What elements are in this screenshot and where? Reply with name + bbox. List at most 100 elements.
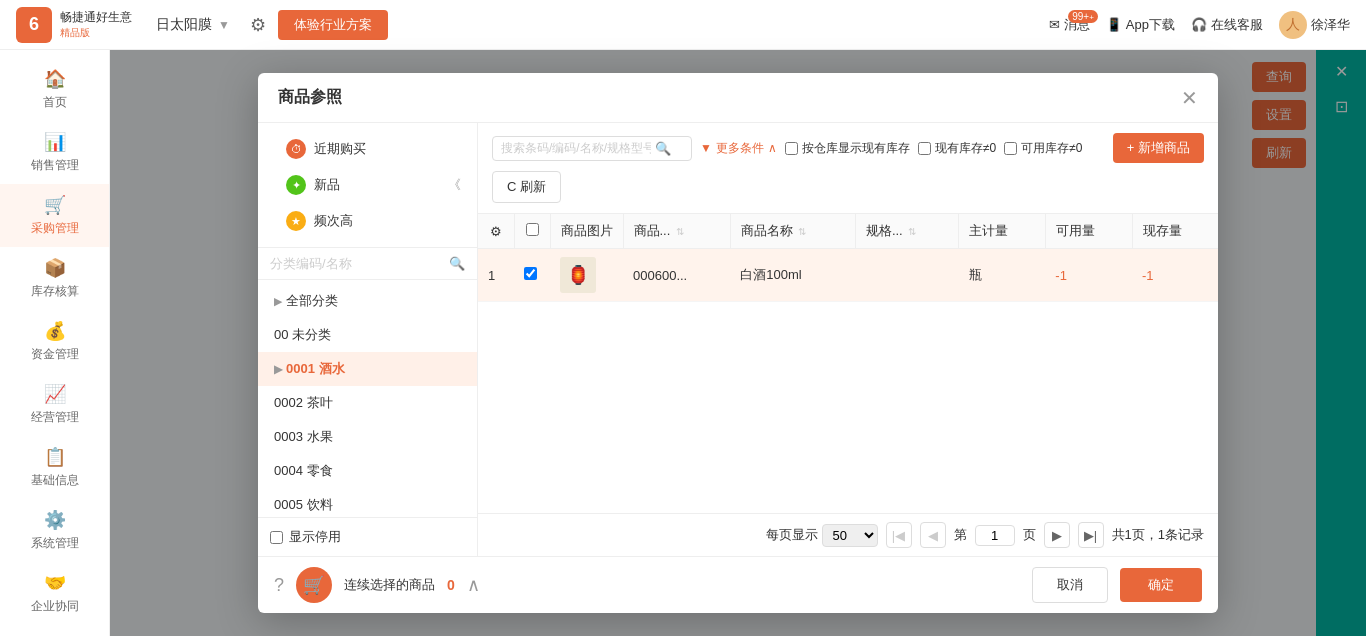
table-header-code[interactable]: 商品... ⇅ — [623, 214, 730, 249]
expand-arrow-icon: ▶ — [274, 295, 282, 308]
product-search-input[interactable] — [501, 141, 651, 155]
sidebar-item-finance[interactable]: 💰 资金管理 — [0, 310, 109, 373]
row-image-cell: 🏮 — [550, 249, 623, 302]
table-header-spec[interactable]: 规格... ⇅ — [855, 214, 958, 249]
page-size-dropdown[interactable]: 50 100 200 — [822, 524, 878, 547]
existing-stock-checkbox[interactable] — [918, 142, 931, 155]
phone-icon: 📱 — [1106, 17, 1122, 32]
category-list: ▶ 全部分类 00 未分类 ▶ 0001 酒水 0002 茶 — [258, 280, 477, 517]
logo-area: 6 畅捷通好生意 精品版 — [16, 7, 136, 43]
product-table-wrap: ⚙ 商品图片 商品... — [478, 214, 1218, 513]
operations-icon: 📈 — [44, 383, 66, 405]
last-page-button[interactable]: ▶| — [1078, 522, 1104, 548]
recent-purchase-tab[interactable]: ⏱ 近期购买 — [270, 131, 382, 167]
row-checkbox[interactable] — [524, 267, 537, 280]
sidebar-item-system[interactable]: ⚙️ 系统管理 — [0, 499, 109, 562]
prev-page-button[interactable]: ◀ — [920, 522, 946, 548]
table-header-name[interactable]: 商品名称 ⇅ — [730, 214, 855, 249]
category-all[interactable]: ▶ 全部分类 — [258, 284, 477, 318]
home-icon: 🏠 — [44, 68, 66, 90]
system-icon: ⚙️ — [44, 509, 66, 531]
top-nav: 6 畅捷通好生意 精品版 日太阳膜 ▼ ⚙ 体验行业方案 ✉ 消息 99++ 📱… — [0, 0, 1366, 50]
quick-tabs: ⏱ 近期购买 ✦ 新品 ★ 频次高 — [270, 131, 382, 239]
user-nav-item[interactable]: 人 徐泽华 — [1279, 11, 1350, 39]
category-uncategorized[interactable]: 00 未分类 — [258, 318, 477, 352]
clock-icon: ⏱ — [286, 139, 306, 159]
available-stock-checkbox[interactable] — [1004, 142, 1017, 155]
category-drinks[interactable]: 0005 饮料 — [258, 488, 477, 517]
available-stock-checkbox-label: 可用库存≠0 — [1004, 140, 1082, 157]
category-fruit[interactable]: 0003 水果 — [258, 420, 477, 454]
sidebar-item-sales[interactable]: 📊 销售管理 — [0, 121, 109, 184]
message-icon: ✉ — [1049, 17, 1060, 32]
filter-icon: ▼ — [700, 141, 712, 155]
star-icon: ★ — [286, 211, 306, 231]
product-thumbnail: 🏮 — [560, 257, 596, 293]
first-page-button[interactable]: |◀ — [886, 522, 912, 548]
sidebar: 🏠 首页 📊 销售管理 🛒 采购管理 📦 库存核算 💰 资金管理 📈 经营管理 … — [0, 50, 110, 636]
sidebar-item-basic-info[interactable]: 📋 基础信息 — [0, 436, 109, 499]
modal-title: 商品参照 — [278, 87, 342, 108]
new-icon: ✦ — [286, 175, 306, 195]
table-header-settings[interactable]: ⚙ — [478, 214, 514, 249]
frequent-tab[interactable]: ★ 频次高 — [270, 203, 382, 239]
page-number-input[interactable] — [975, 525, 1015, 546]
table-header-available[interactable]: 可用量 — [1045, 214, 1132, 249]
sidebar-item-purchase[interactable]: 🛒 采购管理 — [0, 184, 109, 247]
add-product-button[interactable]: + 新增商品 — [1113, 133, 1204, 163]
cart-label: 连续选择的商品 — [344, 576, 435, 594]
page-label: 第 — [954, 526, 967, 544]
more-filters-button[interactable]: ▼ 更多条件 ∧ — [700, 140, 777, 157]
next-page-button[interactable]: ▶ — [1044, 522, 1070, 548]
trial-action-button[interactable]: 体验行业方案 — [278, 10, 388, 40]
table-header-checkbox[interactable] — [514, 214, 550, 249]
category-search-icon[interactable]: 🔍 — [449, 256, 465, 271]
table-row[interactable]: 1 🏮 000600... 白酒100ml — [478, 249, 1218, 302]
panel-collapse-button[interactable]: 《 — [444, 172, 465, 198]
category-tea[interactable]: 0002 茶叶 — [258, 386, 477, 420]
logo-icon: 6 — [16, 7, 52, 43]
cancel-button[interactable]: 取消 — [1032, 567, 1108, 603]
main-layout: 🏠 首页 📊 销售管理 🛒 采购管理 📦 库存核算 💰 资金管理 📈 经营管理 … — [0, 50, 1366, 636]
inventory-icon: 📦 — [44, 257, 66, 279]
row-checkbox-cell[interactable] — [514, 249, 550, 302]
select-all-checkbox[interactable] — [526, 223, 539, 236]
refresh-table-button[interactable]: C 刷新 — [492, 171, 561, 203]
footer-collapse-icon[interactable]: ∧ — [467, 574, 480, 596]
show-disabled-checkbox[interactable] — [270, 531, 283, 544]
sidebar-item-operations[interactable]: 📈 经营管理 — [0, 373, 109, 436]
table-header-stock[interactable]: 现存量 — [1132, 214, 1218, 249]
table-header-image: 商品图片 — [550, 214, 623, 249]
category-snacks[interactable]: 0004 零食 — [258, 454, 477, 488]
pagination: 每页显示 50 100 200 |◀ ◀ 第 页 — [478, 513, 1218, 556]
row-name: 白酒100ml — [730, 249, 855, 302]
store-selector-chevron-icon: ▼ — [218, 18, 230, 32]
cart-button[interactable]: 🛒 — [296, 567, 332, 603]
category-liquor[interactable]: ▶ 0001 酒水 — [258, 352, 477, 386]
table-header-unit[interactable]: 主计量 — [959, 214, 1046, 249]
product-table: ⚙ 商品图片 商品... — [478, 214, 1218, 302]
messages-nav-item[interactable]: ✉ 消息 99++ — [1049, 16, 1090, 34]
sidebar-item-enterprise[interactable]: 🤝 企业协同 — [0, 562, 109, 625]
sidebar-item-home[interactable]: 🏠 首页 — [0, 58, 109, 121]
category-search-input[interactable] — [270, 256, 443, 271]
cart-count: 0 — [447, 577, 455, 593]
settings-icon[interactable]: ⚙ — [250, 14, 266, 36]
total-info: 共1页，1条记录 — [1112, 526, 1204, 544]
modal-close-button[interactable]: ✕ — [1181, 88, 1198, 108]
left-panel: ⏱ 近期购买 ✦ 新品 ★ 频次高 — [258, 123, 478, 556]
confirm-button[interactable]: 确定 — [1120, 568, 1202, 602]
nav-right: ✉ 消息 99++ 📱 App下载 🎧 在线客服 人 徐泽华 — [1049, 11, 1350, 39]
expand-arrow-icon: ▶ — [274, 363, 282, 376]
app-download-nav-item[interactable]: 📱 App下载 — [1106, 16, 1175, 34]
new-products-tab[interactable]: ✦ 新品 — [270, 167, 382, 203]
sidebar-item-inventory[interactable]: 📦 库存核算 — [0, 247, 109, 310]
category-search: 🔍 — [258, 248, 477, 280]
online-service-nav-item[interactable]: 🎧 在线客服 — [1191, 16, 1263, 34]
search-icon[interactable]: 🔍 — [655, 141, 671, 156]
help-icon[interactable]: ? — [274, 575, 284, 596]
row-unit: 瓶 — [959, 249, 1046, 302]
store-selector[interactable]: 日太阳膜 ▼ — [156, 16, 230, 34]
warehouse-stock-checkbox[interactable] — [785, 142, 798, 155]
sidebar-item-guide[interactable]: 🎯 新手引导 — [0, 625, 109, 636]
